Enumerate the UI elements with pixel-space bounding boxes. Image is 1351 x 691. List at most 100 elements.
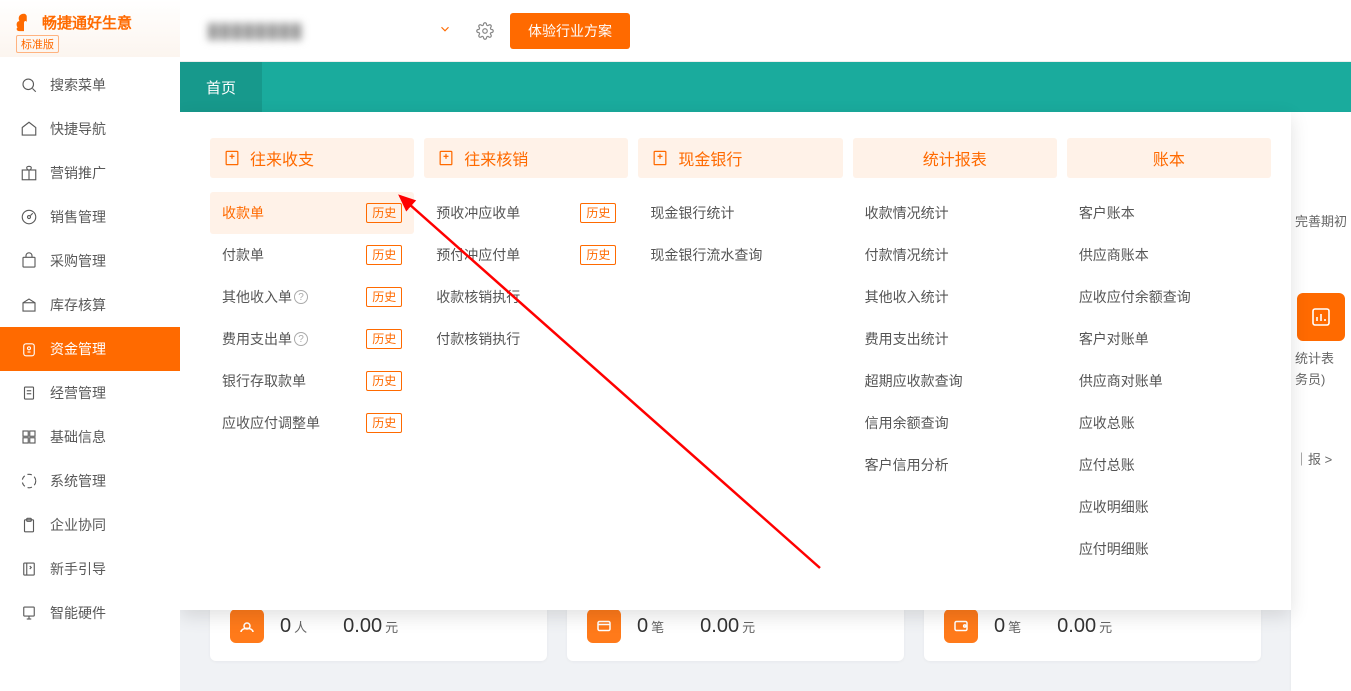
sidebar-item-clipboard[interactable]: 企业协同 (0, 503, 180, 547)
mega-column-title: 现金银行 (678, 146, 742, 170)
sidebar-item-label: 智能硬件 (50, 603, 106, 623)
mega-items-list: 预收冲应收单历史预付冲应付单历史收款核销执行付款核销执行 (424, 192, 628, 360)
mega-item[interactable]: 付款核销执行 (424, 318, 628, 360)
sidebar-item-wallet[interactable]: 资金管理 (0, 327, 180, 371)
history-badge[interactable]: 历史 (366, 245, 402, 265)
sidebar-item-box[interactable]: 库存核算 (0, 283, 180, 327)
help-icon[interactable]: ? (294, 290, 308, 304)
mega-item[interactable]: 预付冲应付单历史 (424, 234, 628, 276)
sidebar-item-gift[interactable]: 营销推广 (0, 151, 180, 195)
document-icon (222, 148, 242, 168)
mega-item[interactable]: 客户对账单 (1067, 318, 1271, 360)
right-statistics-button[interactable] (1297, 293, 1345, 341)
mega-item[interactable]: 信用余额查询 (853, 402, 1057, 444)
mega-item-label: 费用支出单 ? (222, 329, 308, 349)
history-badge[interactable]: 历史 (366, 203, 402, 223)
org-selector[interactable]: ████████ (200, 16, 460, 45)
right-text-2a: 统计表 (1295, 349, 1345, 370)
history-badge[interactable]: 历史 (580, 203, 616, 223)
mega-item[interactable]: 供应商对账单 (1067, 360, 1271, 402)
mega-item[interactable]: 现金银行统计 (638, 192, 842, 234)
sidebar-item-loader[interactable]: 系统管理 (0, 459, 180, 503)
clipboard-icon (20, 516, 38, 534)
mega-item-label: 供应商账本 (1079, 245, 1149, 265)
mega-item[interactable]: 预收冲应收单历史 (424, 192, 628, 234)
mega-item-label: 现金银行统计 (650, 203, 734, 223)
history-badge[interactable]: 历史 (366, 329, 402, 349)
sidebar-item-label: 经营管理 (50, 383, 106, 403)
sidebar-item-book[interactable]: 新手引导 (0, 547, 180, 591)
mega-item-label: 应收明细账 (1079, 497, 1149, 517)
sidebar-item-device[interactable]: 智能硬件 (0, 591, 180, 635)
sidebar-item-label: 采购管理 (50, 251, 106, 271)
mega-item[interactable]: 付款情况统计 (853, 234, 1057, 276)
history-badge[interactable]: 历史 (366, 413, 402, 433)
sidebar-item-label: 资金管理 (50, 339, 106, 359)
mega-item[interactable]: 费用支出统计 (853, 318, 1057, 360)
mega-item[interactable]: 应收应付余额查询 (1067, 276, 1271, 318)
mega-item-label: 其他收入单 ? (222, 287, 308, 307)
right-text-3[interactable]: ｜报 > (1295, 450, 1332, 471)
sidebar-item-doc[interactable]: 经营管理 (0, 371, 180, 415)
device-icon (20, 604, 38, 622)
mega-item[interactable]: 收款核销执行 (424, 276, 628, 318)
mega-items-list: 客户账本供应商账本应收应付余额查询客户对账单供应商对账单应收总账应付总账应收明细… (1067, 192, 1271, 570)
sidebar-item-label: 系统管理 (50, 471, 106, 491)
mega-item[interactable]: 费用支出单 ? 历史 (210, 318, 414, 360)
mega-item-label: 客户账本 (1079, 203, 1135, 223)
mega-item[interactable]: 客户信用分析 (853, 444, 1057, 486)
brand-name: 畅捷通好生意 (42, 12, 132, 33)
sidebar-item-search[interactable]: 搜索菜单 (0, 63, 180, 107)
mega-item[interactable]: 应收应付调整单历史 (210, 402, 414, 444)
dashboard-card-icon (587, 609, 621, 643)
document-icon (436, 148, 456, 168)
sidebar-item-cart[interactable]: 采购管理 (0, 239, 180, 283)
mega-item[interactable]: 其他收入统计 (853, 276, 1057, 318)
history-badge[interactable]: 历史 (366, 287, 402, 307)
experience-solution-button[interactable]: 体验行业方案 (510, 13, 630, 49)
dashboard-count: 0笔 (994, 615, 1021, 638)
loader-icon (20, 472, 38, 490)
sidebar-item-grid[interactable]: 基础信息 (0, 415, 180, 459)
mega-item-label: 付款核销执行 (436, 329, 520, 349)
mega-item[interactable]: 收款情况统计 (853, 192, 1057, 234)
mega-item[interactable]: 客户账本 (1067, 192, 1271, 234)
mega-item[interactable]: 应收明细账 (1067, 486, 1271, 528)
settings-button[interactable] (470, 16, 500, 46)
help-icon[interactable]: ? (294, 332, 308, 346)
cart-icon (20, 252, 38, 270)
mega-item[interactable]: 应收总账 (1067, 402, 1271, 444)
org-name-blurred: ████████ (208, 23, 303, 39)
mega-item[interactable]: 银行存取款单 历史 (210, 360, 414, 402)
sidebar-nav: 搜索菜单快捷导航营销推广销售管理采购管理库存核算资金管理经营管理基础信息系统管理… (0, 57, 180, 691)
mega-menu: 往来收支收款单历史付款单历史其他收入单 ?历史费用支出单 ?历史银行存取款单历史… (180, 112, 1291, 610)
mega-item-label: 其他收入统计 (865, 287, 949, 307)
history-badge[interactable]: 历史 (580, 245, 616, 265)
mega-item[interactable]: 应付总账 (1067, 444, 1271, 486)
tab-home[interactable]: 首页 (180, 62, 262, 112)
history-badge[interactable]: 历史 (366, 371, 402, 391)
mega-item[interactable]: 超期应收款查询 (853, 360, 1057, 402)
sidebar-item-label: 快捷导航 (50, 119, 106, 139)
mega-column-header: 现金银行 (638, 138, 842, 178)
mega-item[interactable]: 应付明细账 (1067, 528, 1271, 570)
mega-item[interactable]: 供应商账本 (1067, 234, 1271, 276)
mega-column: 统计报表收款情况统计付款情况统计其他收入统计费用支出统计超期应收款查询信用余额查… (853, 138, 1057, 570)
right-text-2b: 务员) (1295, 370, 1345, 391)
mega-item-label: 客户对账单 (1079, 329, 1149, 349)
mega-item-label: 应付总账 (1079, 455, 1135, 475)
sidebar-item-label: 销售管理 (50, 207, 106, 227)
sidebar-item-home[interactable]: 快捷导航 (0, 107, 180, 151)
mega-item-label: 银行存取款单 (222, 371, 306, 391)
mega-item-label: 超期应收款查询 (865, 371, 963, 391)
brand-logo-icon (12, 10, 36, 34)
sidebar: 畅捷通好生意 标准版 搜索菜单快捷导航营销推广销售管理采购管理库存核算资金管理经… (0, 0, 180, 691)
mega-item[interactable]: 其他收入单 ? 历史 (210, 276, 414, 318)
sidebar-item-tag[interactable]: 销售管理 (0, 195, 180, 239)
mega-item[interactable]: 现金银行流水查询 (638, 234, 842, 276)
sidebar-item-label: 基础信息 (50, 427, 106, 447)
mega-column-title: 账本 (1153, 146, 1185, 170)
main-area: ████████ 体验行业方案 首页 往来收支收款单历史付款单历史其他收入单 ?… (180, 0, 1351, 691)
mega-item[interactable]: 付款单历史 (210, 234, 414, 276)
mega-item[interactable]: 收款单历史 (210, 192, 414, 234)
